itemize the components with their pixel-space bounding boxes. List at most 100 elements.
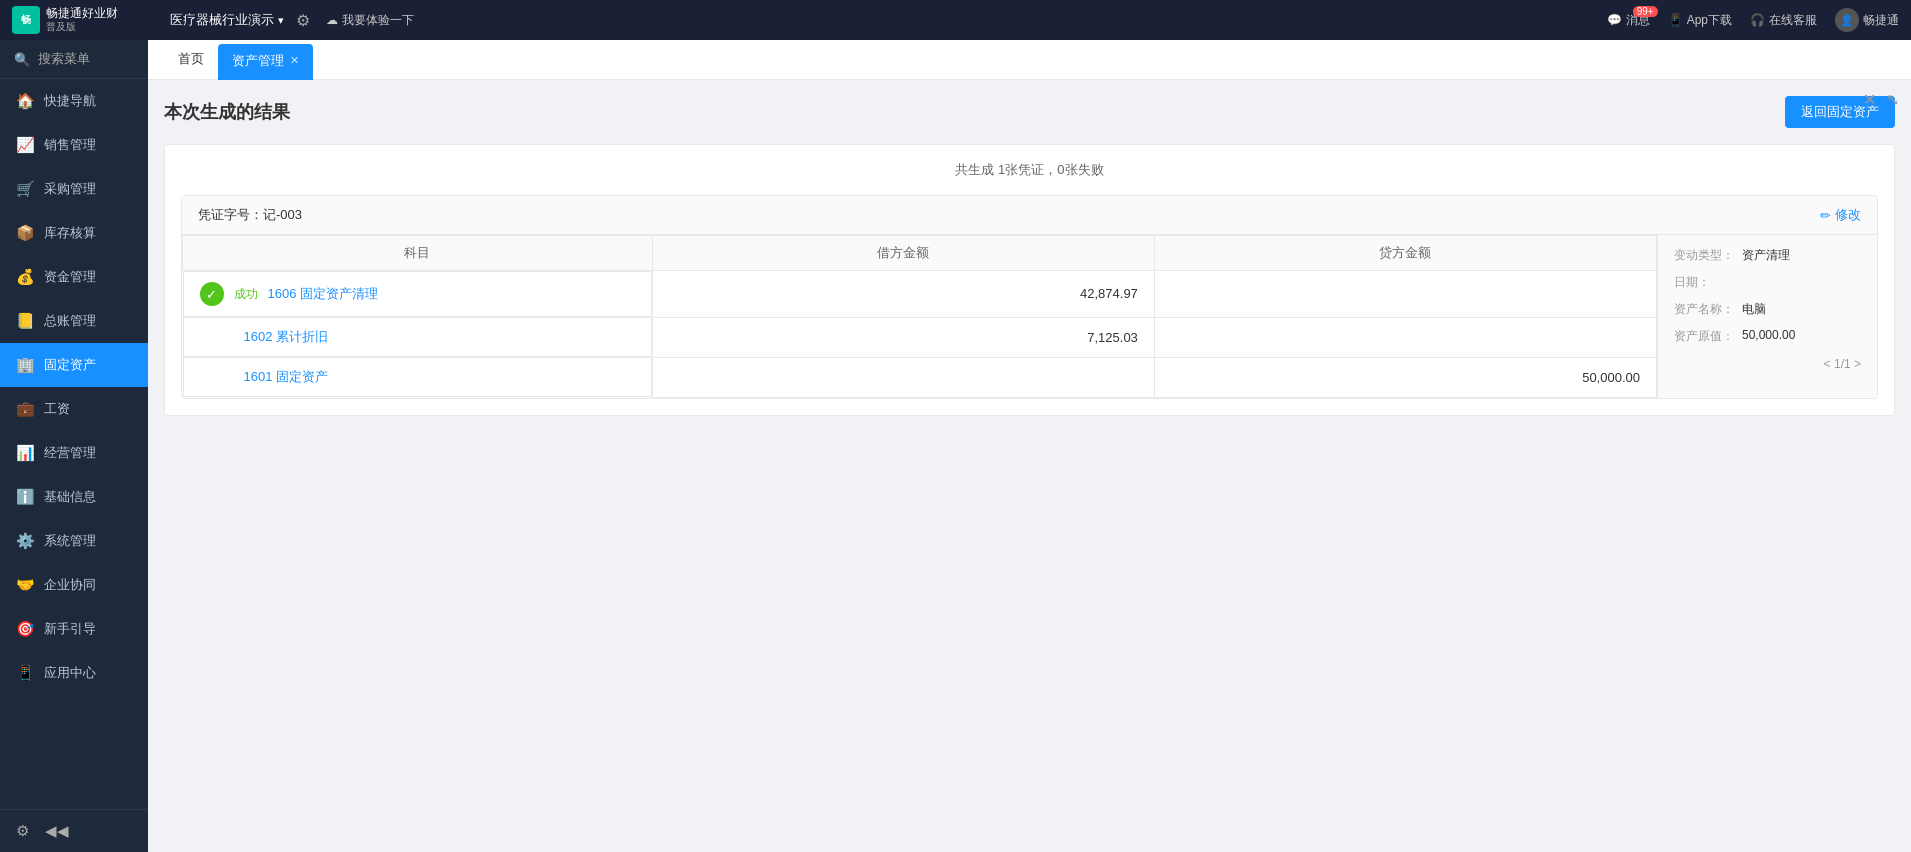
logo-abbr: 畅 — [21, 13, 31, 27]
main-layout: 🔍 搜索菜单 🏠 快捷导航 📈 销售管理 🛒 采购管理 📦 库存核算 💰 资金管… — [0, 40, 1911, 852]
chevron-down-icon: ▾ — [278, 14, 284, 27]
edit-icon: ✏ — [1820, 208, 1831, 223]
company-selector[interactable]: 医疗器械行业演示 ▾ — [170, 11, 284, 29]
sidebar-item-fixed-assets[interactable]: 🏢 固定资产 — [0, 343, 148, 387]
user-name: 畅捷通 — [1863, 12, 1899, 29]
sidebar-label: 采购管理 — [44, 180, 96, 198]
sidebar-label: 快捷导航 — [44, 92, 96, 110]
sidebar-item-ledger[interactable]: 📒 总账管理 — [0, 299, 148, 343]
asset-name-label: 资产名称： — [1674, 301, 1734, 318]
header-center: 医疗器械行业演示 ▾ ⚙ ☁ 我要体验一下 — [160, 11, 1607, 30]
row1-name: 固定资产清理 — [300, 286, 378, 301]
voucher-header: 凭证字号：记-003 ✏ 修改 — [182, 196, 1877, 235]
funds-icon: 💰 — [16, 268, 34, 286]
top-header: 畅 畅捷通好业财 普及版 医疗器械行业演示 ▾ ⚙ ☁ 我要体验一下 💬 消息 … — [0, 0, 1911, 40]
pagination-text: 1/1 — [1834, 357, 1854, 371]
original-value-row: 资产原值： 50,000.00 — [1674, 328, 1861, 345]
sidebar-search[interactable]: 🔍 搜索菜单 — [0, 40, 148, 79]
success-icon: ✓ — [200, 282, 224, 306]
logo-text: 畅捷通好业财 — [46, 6, 118, 20]
row1-debit: 42,874.97 — [652, 271, 1154, 318]
original-value-label: 资产原值： — [1674, 328, 1734, 345]
sidebar-item-payroll[interactable]: 💼 工资 — [0, 387, 148, 431]
sidebar-item-sales[interactable]: 📈 销售管理 — [0, 123, 148, 167]
sidebar-label: 库存核算 — [44, 224, 96, 242]
col-credit: 贷方金额 — [1154, 236, 1656, 271]
app-center-icon: 📱 — [16, 664, 34, 682]
next-icon[interactable]: > — [1854, 357, 1861, 371]
close-panel-icon[interactable]: ✕ — [1863, 90, 1876, 109]
ledger-icon: 📒 — [16, 312, 34, 330]
sidebar-label: 总账管理 — [44, 312, 96, 330]
experience-label: 我要体验一下 — [342, 12, 414, 29]
phone-icon: 📱 — [1668, 13, 1683, 27]
row2-subject-link[interactable]: 1602 累计折旧 — [244, 328, 329, 346]
logo-area: 畅 畅捷通好业财 普及版 — [12, 6, 160, 34]
sidebar-item-inventory[interactable]: 📦 库存核算 — [0, 211, 148, 255]
row3-subject-link[interactable]: 1601 固定资产 — [244, 368, 329, 386]
sidebar-item-basic-info[interactable]: ℹ️ 基础信息 — [0, 475, 148, 519]
original-value-value: 50,000.00 — [1742, 328, 1795, 345]
sidebar-item-system[interactable]: ⚙️ 系统管理 — [0, 519, 148, 563]
sidebar-item-funds[interactable]: 💰 资金管理 — [0, 255, 148, 299]
asset-name-row: 资产名称： 电脑 — [1674, 301, 1861, 318]
tab-asset-mgmt[interactable]: 资产管理 ✕ — [218, 44, 313, 80]
logo-text-block: 畅捷通好业财 普及版 — [46, 6, 118, 34]
asset-name-value: 电脑 — [1742, 301, 1766, 318]
result-card: 共生成 1张凭证，0张失败 凭证字号：记-003 ✏ 修改 — [164, 144, 1895, 416]
avatar: 👤 — [1835, 8, 1859, 32]
sidebar-label: 企业协同 — [44, 576, 96, 594]
row1-subject-link[interactable]: 1606 固定资产清理 — [268, 285, 379, 303]
row2-name: 累计折旧 — [276, 329, 328, 344]
settings-icon[interactable]: ⚙ — [296, 11, 310, 30]
messages-badge: 99+ — [1633, 6, 1658, 17]
app-download-button[interactable]: 📱 App下载 — [1668, 12, 1732, 29]
sidebar-item-guide[interactable]: 🎯 新手引导 — [0, 607, 148, 651]
purchase-icon: 🛒 — [16, 180, 34, 198]
voucher-number: 凭证字号：记-003 — [198, 206, 302, 224]
user-menu[interactable]: 👤 畅捷通 — [1835, 8, 1899, 32]
tab-asset-mgmt-label: 资产管理 — [232, 52, 284, 70]
sidebar-item-app-center[interactable]: 📱 应用中心 — [0, 651, 148, 695]
col-debit: 借方金额 — [652, 236, 1154, 271]
date-label: 日期： — [1674, 274, 1710, 291]
page-title-bar: 本次生成的结果 返回固定资产 — [164, 96, 1895, 128]
prev-icon[interactable]: < — [1824, 357, 1831, 371]
sidebar-item-purchase[interactable]: 🛒 采购管理 — [0, 167, 148, 211]
sidebar-item-enterprise[interactable]: 🤝 企业协同 — [0, 563, 148, 607]
expand-panel-icon[interactable]: ⤡ — [1886, 90, 1899, 109]
tab-home[interactable]: 首页 — [164, 40, 218, 80]
tab-close-icon[interactable]: ✕ — [290, 54, 299, 67]
experience-button[interactable]: ☁ 我要体验一下 — [326, 12, 414, 29]
page-content: ✕ ⤡ 本次生成的结果 返回固定资产 共生成 1张凭证，0张失败 凭证字号：记-… — [148, 80, 1911, 852]
search-icon: 🔍 — [14, 52, 30, 67]
logo-icon: 畅 — [12, 6, 40, 34]
header-right: 💬 消息 99+ 📱 App下载 🎧 在线客服 👤 畅捷通 — [1607, 8, 1899, 32]
sales-icon: 📈 — [16, 136, 34, 154]
row3-code: 1601 — [244, 369, 277, 384]
sidebar: 🔍 搜索菜单 🏠 快捷导航 📈 销售管理 🛒 采购管理 📦 库存核算 💰 资金管… — [0, 40, 148, 852]
table-header-row: 科目 借方金额 贷方金额 — [183, 236, 1657, 271]
sidebar-search-label: 搜索菜单 — [38, 50, 90, 68]
online-service-button[interactable]: 🎧 在线客服 — [1750, 12, 1817, 29]
message-icon: 💬 — [1607, 13, 1622, 27]
edit-button[interactable]: ✏ 修改 — [1820, 206, 1861, 224]
row1-subject: ✓ 成功 1606 固定资产清理 — [183, 271, 652, 317]
sidebar-label: 固定资产 — [44, 356, 96, 374]
collapse-icon[interactable]: ◀◀ — [45, 822, 69, 840]
col-subject: 科目 — [183, 236, 653, 271]
sidebar-item-quick-nav[interactable]: 🏠 快捷导航 — [0, 79, 148, 123]
tab-home-label: 首页 — [178, 50, 204, 68]
sidebar-label: 系统管理 — [44, 532, 96, 550]
inventory-icon: 📦 — [16, 224, 34, 242]
sidebar-item-business[interactable]: 📊 经营管理 — [0, 431, 148, 475]
sidebar-label: 新手引导 — [44, 620, 96, 638]
online-service-label: 在线客服 — [1769, 12, 1817, 29]
messages-button[interactable]: 💬 消息 99+ — [1607, 12, 1650, 29]
edit-label: 修改 — [1835, 206, 1861, 224]
side-pagination[interactable]: < 1/1 > — [1674, 357, 1861, 371]
change-type-value: 资产清理 — [1742, 247, 1790, 264]
settings-footer-icon[interactable]: ⚙ — [16, 822, 29, 840]
tabs-bar: 首页 资产管理 ✕ — [148, 40, 1911, 80]
building-icon: 🏢 — [16, 356, 34, 374]
